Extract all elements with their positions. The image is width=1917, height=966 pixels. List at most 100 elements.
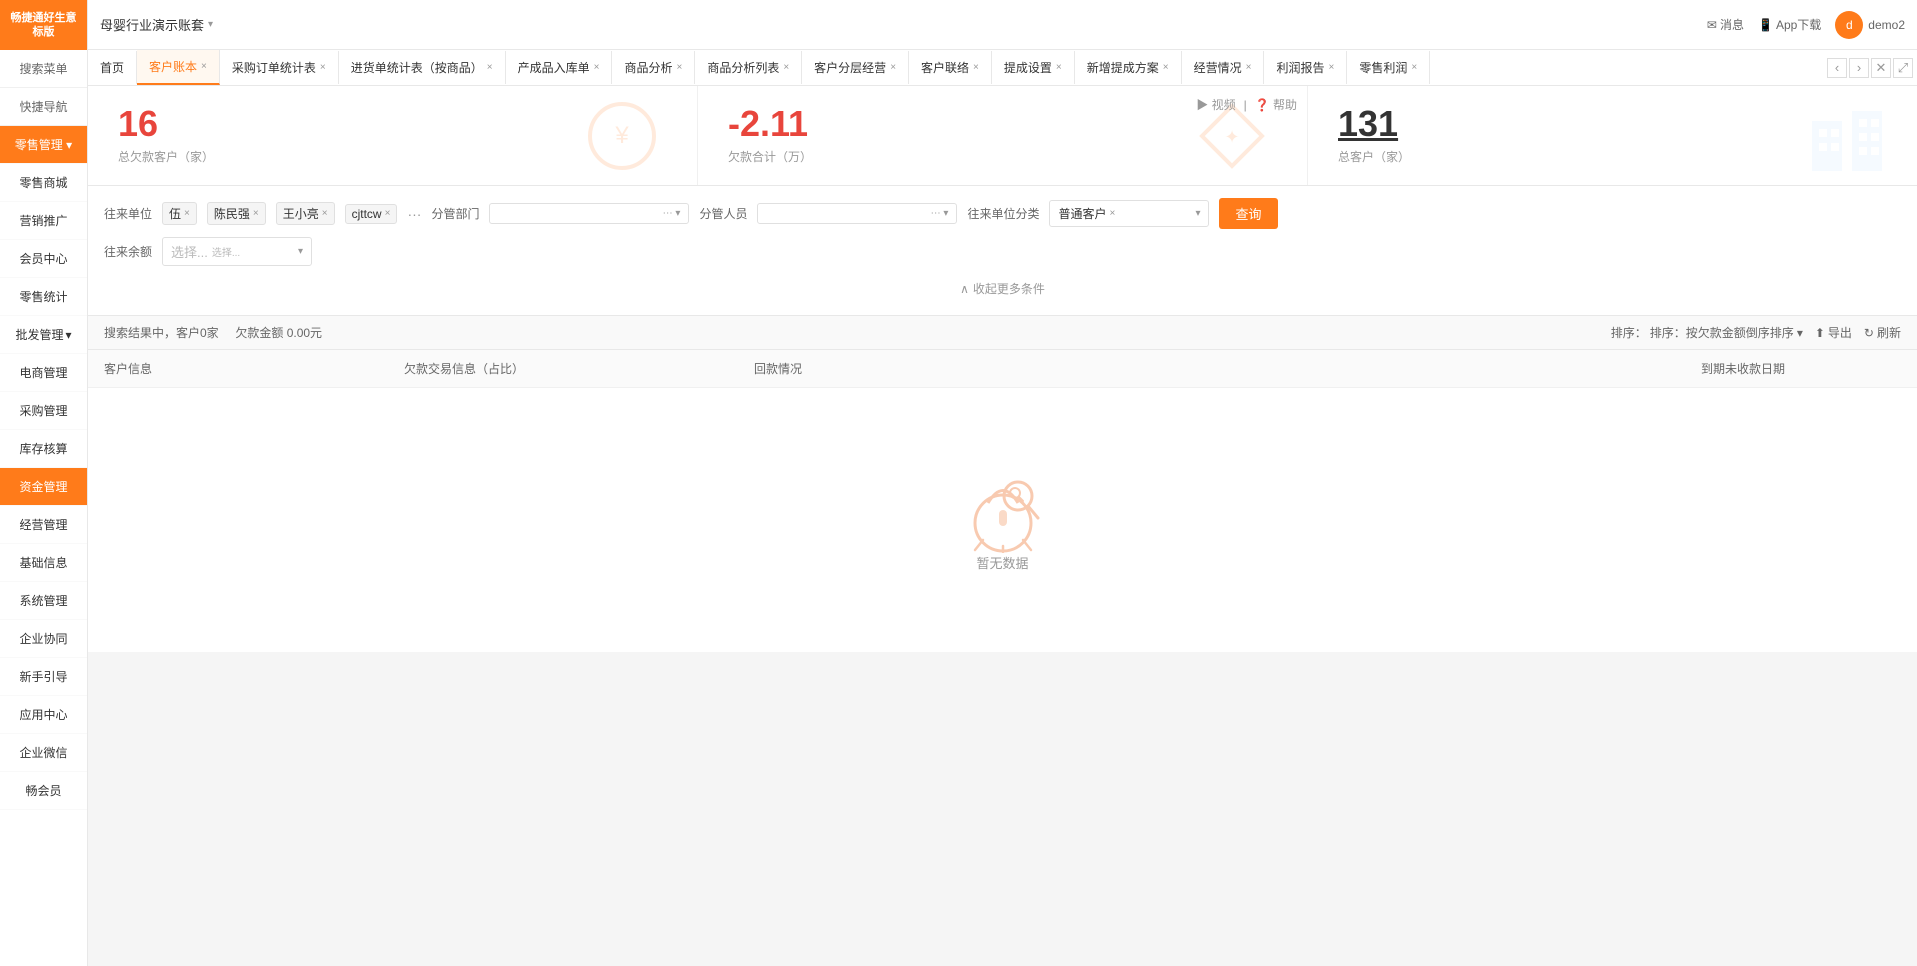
filter-tag-wu: 伍 × (162, 202, 197, 225)
tab-customer-ledger[interactable]: 客户账本 × (137, 50, 220, 85)
unit-class-select[interactable]: 普通客户 × ▾ (1049, 200, 1209, 227)
close-icon[interactable]: × (973, 62, 979, 73)
table-col-debt-info: 欠款交易信息（占比） (404, 360, 754, 377)
tabbar: 首页 客户账本 × 采购订单统计表 × 进货单统计表（按商品） × 产成品入库单… (88, 50, 1917, 86)
sidebar-item-wechat[interactable]: 企业微信 (0, 734, 87, 772)
tab-goods-stats[interactable]: 进货单统计表（按商品） × (339, 51, 506, 84)
sidebar-item-retail-stats[interactable]: 零售统计 (0, 278, 87, 316)
sidebar-item-operations[interactable]: 经营管理 (0, 506, 87, 544)
tabbar-arrows: ‹ › ✕ ⤢ (1823, 58, 1917, 78)
sidebar-item-search[interactable]: 搜索菜单 (0, 50, 87, 88)
help-link[interactable]: ❓ 帮助 (1255, 96, 1297, 113)
messages-button[interactable]: ✉ 消息 (1707, 16, 1744, 33)
dept-select[interactable]: ⋯ ▾ (489, 203, 689, 224)
tab-prev-arrow[interactable]: ‹ (1827, 58, 1847, 78)
logo-text: 畅捷通好生意 标版 (11, 11, 77, 40)
tab-operations-label: 经营情况 (1194, 59, 1242, 76)
refresh-icon: ↻ (1864, 326, 1874, 340)
filter-tag-cjttcw-close[interactable]: × (385, 208, 391, 219)
tab-purchase-order-stats-label: 采购订单统计表 (232, 59, 316, 76)
collapse-filters-bar[interactable]: ∧ 收起更多条件 (104, 274, 1901, 303)
tab-customer-ledger-close[interactable]: × (201, 61, 207, 72)
close-icon[interactable]: × (1411, 62, 1417, 73)
app-download-button[interactable]: 📱 App下载 (1758, 16, 1821, 33)
tab-next-arrow[interactable]: › (1849, 58, 1869, 78)
sidebar-item-members[interactable]: 会员中心 (0, 240, 87, 278)
export-icon: ⬆ (1815, 326, 1825, 340)
sidebar-item-ecommerce[interactable]: 电商管理 (0, 354, 87, 392)
filter-row-2: 往来余额 选择... 选择... ▾ (104, 237, 1901, 266)
results-bar-right: 排序： 排序：按欠款金额倒序排序 ▾ ⬆ 导出 ↻ 刷新 (1611, 324, 1901, 341)
unit-class-label: 往来单位分类 (967, 205, 1039, 222)
units-more-icon[interactable]: ··· (407, 206, 421, 222)
balance-select[interactable]: 选择... 选择... ▾ (162, 237, 312, 266)
stats-row: ¥ 16 总欠款客户（家） ✦ -2.11 欠款合计（万） ▶ 视频 | ❓ 帮… (88, 86, 1917, 186)
sort-select[interactable]: 排序： 排序：按欠款金额倒序排序 ▾ (1611, 324, 1803, 341)
tab-purchase-order-stats[interactable]: 采购订单统计表 × (220, 51, 339, 84)
sidebar-item-finance[interactable]: 资金管理 (0, 468, 87, 506)
query-button[interactable]: 查询 (1219, 198, 1277, 229)
close-icon[interactable]: × (1163, 62, 1169, 73)
sidebar-item-inventory[interactable]: 库存核算 (0, 430, 87, 468)
sidebar-item-retail-mgmt[interactable]: 零售管理 ▾ (0, 126, 87, 164)
close-icon[interactable]: × (1328, 62, 1334, 73)
tab-customer-contact[interactable]: 客户联络 × (909, 51, 992, 84)
sidebar-item-app-center[interactable]: 应用中心 (0, 696, 87, 734)
tab-new-commission[interactable]: 新增提成方案 × (1075, 51, 1182, 84)
close-icon[interactable]: × (783, 62, 789, 73)
export-button[interactable]: ⬆ 导出 (1815, 324, 1852, 341)
sidebar-item-procurement[interactable]: 采购管理 (0, 392, 87, 430)
tab-finished-goods[interactable]: 产成品入库单 × (506, 51, 613, 84)
empty-state-text: 暂无数据 (976, 553, 1028, 572)
sidebar-item-marketing[interactable]: 营销推广 (0, 202, 87, 240)
close-icon[interactable]: × (676, 62, 682, 73)
table-col-repayment: 回款情况 (754, 360, 1701, 377)
stat-total-customers: 131 总客户（家） (1308, 86, 1917, 185)
close-icon[interactable]: × (487, 62, 493, 73)
sidebar-item-base-info[interactable]: 基础信息 (0, 544, 87, 582)
close-icon[interactable]: × (890, 62, 896, 73)
tab-retail-profit-label: 零售利润 (1359, 59, 1407, 76)
close-icon[interactable]: × (1246, 62, 1252, 73)
sidebar-item-newbie[interactable]: 新手引导 (0, 658, 87, 696)
filter-area: 往来单位 伍 × 陈民强 × 王小亮 × cjttcw × ··· (88, 186, 1917, 316)
sidebar-item-wholesale[interactable]: 批发管理 ▾ (0, 316, 87, 354)
tab-product-analysis[interactable]: 商品分析 × (612, 51, 695, 84)
close-icon[interactable]: × (1056, 62, 1062, 73)
video-link[interactable]: ▶ 视频 (1196, 96, 1235, 113)
tab-operations[interactable]: 经营情况 × (1182, 51, 1265, 84)
person-select[interactable]: ⋯ ▾ (757, 203, 957, 224)
account-selector[interactable]: 母婴行业演示账套 ▾ (100, 15, 213, 34)
tab-expand[interactable]: ⤢ (1893, 58, 1913, 78)
balance-arrow: ▾ (298, 246, 303, 257)
sidebar-logo: 畅捷通好生意 标版 (0, 0, 87, 50)
tab-close-all[interactable]: ✕ (1871, 58, 1891, 78)
tab-profit-report[interactable]: 利润报告 × (1264, 51, 1347, 84)
tab-customer-tier[interactable]: 客户分层经营 × (802, 51, 909, 84)
close-icon[interactable]: × (320, 62, 326, 73)
sidebar-item-quicknav[interactable]: 快捷导航 (0, 88, 87, 126)
sidebar-item-member[interactable]: 畅会员 (0, 772, 87, 810)
filter-tag-wang-close[interactable]: × (322, 208, 328, 219)
refresh-button[interactable]: ↻ 刷新 (1864, 324, 1901, 341)
sidebar-item-enterprise[interactable]: 企业协同 (0, 620, 87, 658)
sort-arrow: ▾ (1797, 326, 1803, 340)
sidebar-item-system[interactable]: 系统管理 (0, 582, 87, 620)
filter-tag-wu-close[interactable]: × (184, 208, 190, 219)
tab-product-analysis-list[interactable]: 商品分析列表 × (695, 51, 802, 84)
tab-commission-settings[interactable]: 提成设置 × (992, 51, 1075, 84)
topbar-right: ✉ 消息 📱 App下载 d demo2 (1707, 11, 1905, 39)
tab-retail-profit[interactable]: 零售利润 × (1347, 51, 1430, 84)
tab-product-analysis-label: 商品分析 (624, 59, 672, 76)
sidebar-item-retail-mall[interactable]: 零售商城 (0, 164, 87, 202)
user-menu[interactable]: d demo2 (1835, 11, 1905, 39)
results-summary: 搜索结果中，客户0家 欠款金额 0.00元 (104, 324, 322, 341)
collapse-label: 收起更多条件 (973, 280, 1045, 297)
unit-class-tag-close[interactable]: × (1110, 208, 1116, 219)
balance-label: 往来余额 (104, 243, 152, 260)
dept-label: 分管部门 (431, 205, 479, 222)
person-label: 分管人员 (699, 205, 747, 222)
close-icon[interactable]: × (594, 62, 600, 73)
tab-home[interactable]: 首页 (88, 51, 137, 84)
filter-tag-chen-close[interactable]: × (253, 208, 259, 219)
